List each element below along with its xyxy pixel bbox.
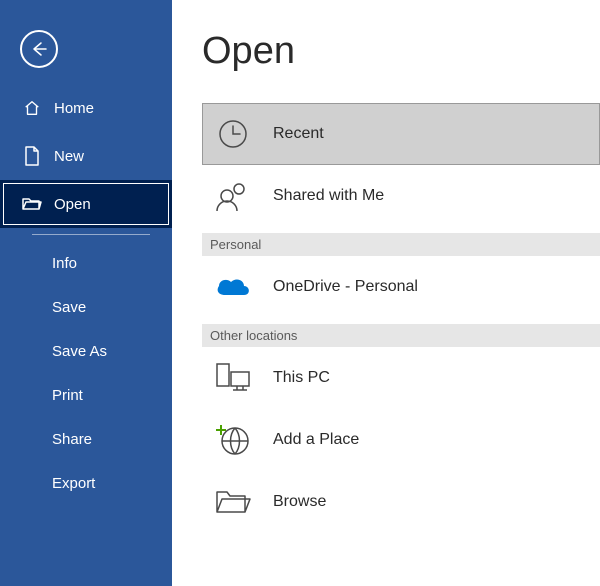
sidebar-item-save[interactable]: Save: [0, 285, 172, 329]
sidebar-item-label: Home: [54, 100, 94, 117]
location-label: Add a Place: [273, 431, 359, 449]
location-shared-with-me[interactable]: Shared with Me: [202, 165, 600, 227]
sidebar-item-info[interactable]: Info: [0, 241, 172, 285]
sidebar-item-new[interactable]: New: [0, 132, 172, 180]
sidebar-item-label: Export: [52, 475, 95, 492]
back-button[interactable]: [20, 30, 58, 68]
sidebar-divider: [32, 234, 150, 235]
add-place-icon: [213, 420, 253, 460]
folder-open-icon: [22, 194, 42, 214]
home-icon: [22, 98, 42, 118]
sidebar-item-open[interactable]: Open: [0, 180, 172, 228]
folder-open-icon: [213, 482, 253, 522]
onedrive-icon: [213, 267, 253, 307]
sidebar-item-share[interactable]: Share: [0, 417, 172, 461]
sidebar-item-label: Open: [54, 196, 91, 213]
people-icon: [213, 176, 253, 216]
location-label: Recent: [273, 125, 324, 143]
sidebar-item-label: Save As: [52, 343, 107, 360]
location-label: This PC: [273, 369, 330, 387]
main-content: Open Recent Shared with Me Personal OneD…: [172, 0, 600, 586]
location-add-a-place[interactable]: Add a Place: [202, 409, 600, 471]
blank-page-icon: [22, 146, 42, 166]
sidebar-item-label: Info: [52, 255, 77, 272]
sidebar-item-label: Save: [52, 299, 86, 316]
location-label: OneDrive - Personal: [273, 278, 418, 296]
arrow-left-icon: [29, 39, 49, 59]
location-label: Browse: [273, 493, 326, 511]
sidebar-item-save-as[interactable]: Save As: [0, 329, 172, 373]
clock-icon: [213, 114, 253, 154]
page-title: Open: [202, 30, 600, 73]
sidebar-item-label: Print: [52, 387, 83, 404]
sidebar-item-export[interactable]: Export: [0, 461, 172, 505]
sidebar-item-home[interactable]: Home: [0, 84, 172, 132]
section-header-personal: Personal: [202, 233, 600, 256]
location-browse[interactable]: Browse: [202, 471, 600, 533]
location-onedrive-personal[interactable]: OneDrive - Personal: [202, 256, 600, 318]
backstage-sidebar: Home New Open Info Save Save As Print Sh…: [0, 0, 172, 586]
location-label: Shared with Me: [273, 187, 384, 205]
location-recent[interactable]: Recent: [202, 103, 600, 165]
sidebar-item-print[interactable]: Print: [0, 373, 172, 417]
sidebar-item-label: Share: [52, 431, 92, 448]
location-this-pc[interactable]: This PC: [202, 347, 600, 409]
this-pc-icon: [213, 358, 253, 398]
section-header-other-locations: Other locations: [202, 324, 600, 347]
sidebar-item-label: New: [54, 148, 84, 165]
